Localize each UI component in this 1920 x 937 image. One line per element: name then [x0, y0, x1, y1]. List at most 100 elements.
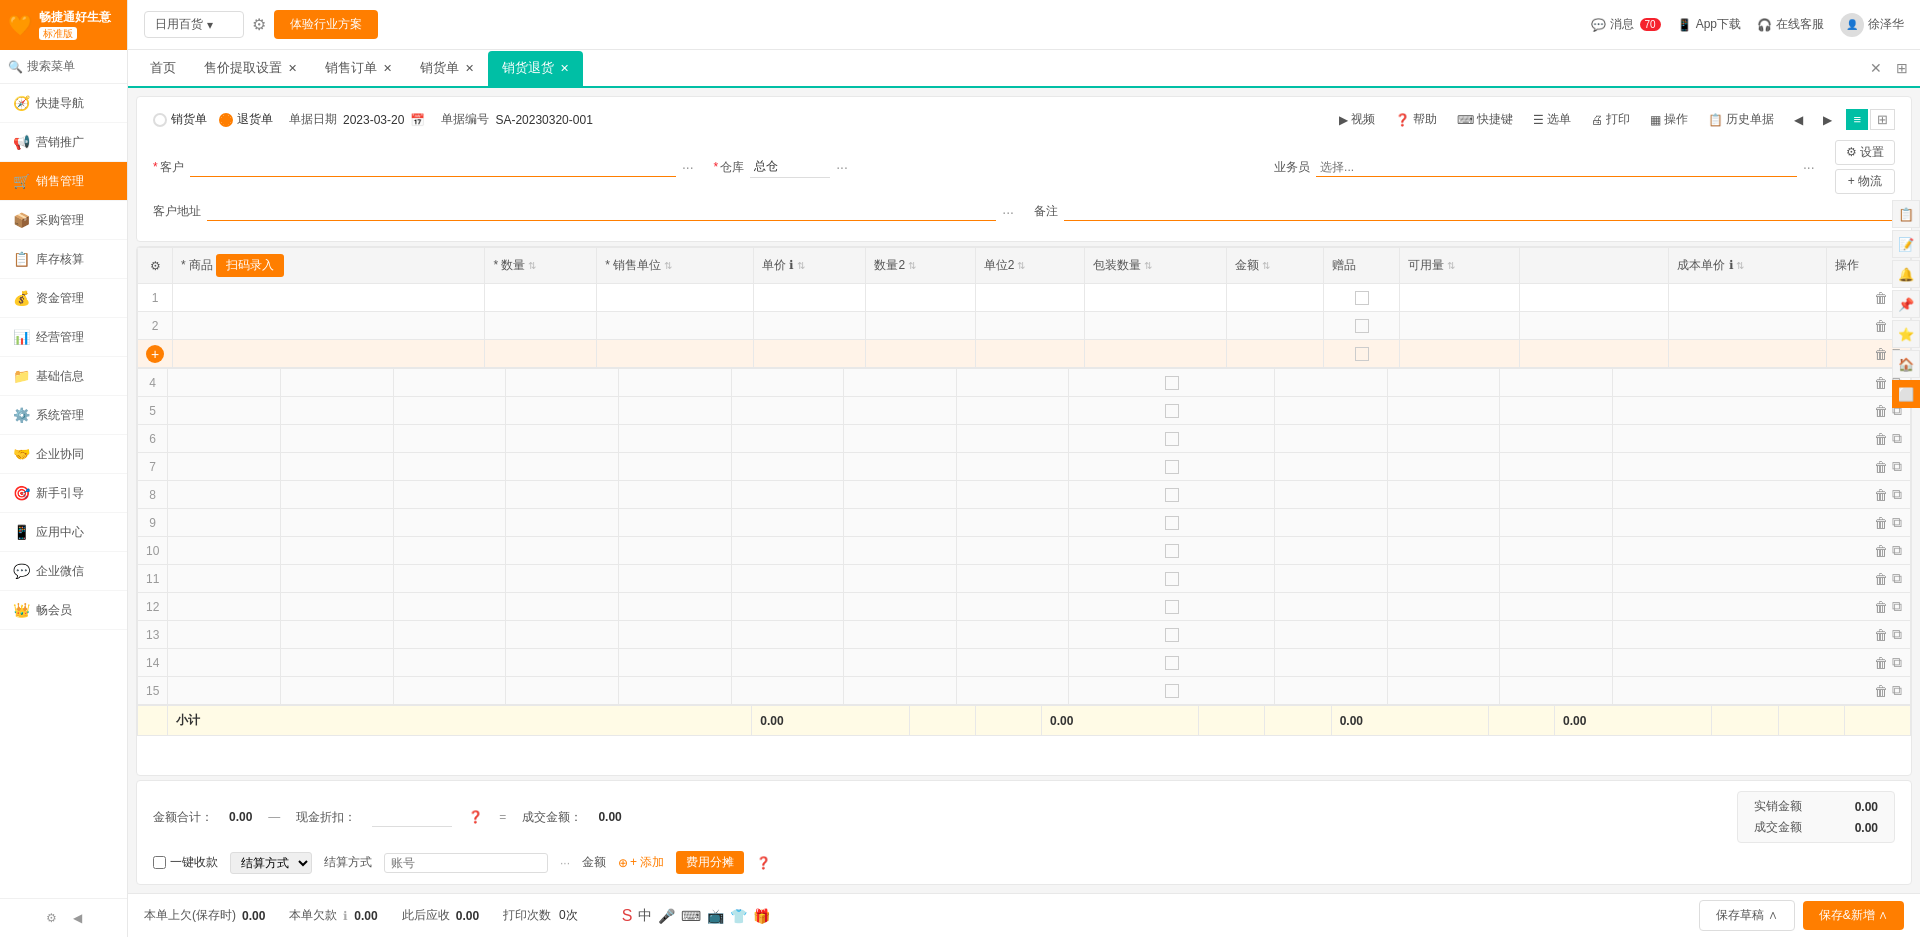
- available-cell[interactable]: [1274, 481, 1387, 509]
- product-cell[interactable]: [168, 677, 281, 705]
- right-side-btn-4[interactable]: 📌: [1892, 290, 1920, 318]
- qty-cell[interactable]: [281, 369, 394, 397]
- unit2-cell[interactable]: [731, 369, 844, 397]
- unit2-cell[interactable]: [975, 312, 1084, 340]
- delete-row-icon[interactable]: 🗑: [1874, 683, 1888, 699]
- available-cell[interactable]: [1400, 340, 1519, 368]
- product-cell[interactable]: [168, 621, 281, 649]
- sales-unit-cell[interactable]: [393, 677, 506, 705]
- amount-cell[interactable]: [956, 509, 1069, 537]
- cost-price-spacer[interactable]: [1387, 649, 1500, 677]
- notification-btn[interactable]: 💬 消息 70: [1591, 16, 1661, 33]
- qty2-cell[interactable]: [618, 509, 731, 537]
- amount-cell[interactable]: [1226, 312, 1323, 340]
- radio-sales-return[interactable]: 退货单: [219, 111, 273, 128]
- qty-cell[interactable]: [281, 593, 394, 621]
- gift-checkbox[interactable]: [1165, 404, 1179, 418]
- video-btn[interactable]: ▶ 视频: [1333, 109, 1381, 130]
- unit-price-cell[interactable]: [506, 369, 619, 397]
- right-side-btn-1[interactable]: 📋: [1892, 200, 1920, 228]
- tab-close-icon[interactable]: ✕: [383, 62, 392, 75]
- pack-qty-cell[interactable]: [844, 649, 957, 677]
- product-cell[interactable]: [168, 537, 281, 565]
- tab-home[interactable]: 首页: [136, 51, 190, 87]
- unit-price-cell[interactable]: [506, 481, 619, 509]
- sales-unit-cell[interactable]: [393, 537, 506, 565]
- operate-btn[interactable]: ▦ 操作: [1644, 109, 1694, 130]
- gift-cell[interactable]: [1323, 340, 1400, 368]
- select-order-btn[interactable]: ☰ 选单: [1527, 109, 1577, 130]
- pack-qty-cell[interactable]: [1085, 284, 1227, 312]
- unit-price-cell[interactable]: [506, 397, 619, 425]
- available-cell[interactable]: [1274, 649, 1387, 677]
- screen-icon[interactable]: 📺: [707, 908, 724, 924]
- copy-row-icon[interactable]: ⧉: [1892, 626, 1902, 643]
- cost-price-spacer[interactable]: [1387, 369, 1500, 397]
- product-cell[interactable]: [168, 649, 281, 677]
- logistics-btn[interactable]: + 物流: [1835, 169, 1895, 194]
- product-cell[interactable]: [168, 481, 281, 509]
- qty2-cell[interactable]: [618, 481, 731, 509]
- th-unit2[interactable]: 单位2: [975, 248, 1084, 284]
- qty-cell[interactable]: [281, 537, 394, 565]
- sidebar-item-wechat[interactable]: 💬 企业微信: [0, 552, 127, 591]
- available-cell[interactable]: [1274, 593, 1387, 621]
- delete-row-icon[interactable]: 🗑: [1874, 487, 1888, 503]
- account-dots[interactable]: ···: [560, 856, 570, 870]
- amount-cell[interactable]: [956, 537, 1069, 565]
- amount-cell[interactable]: [956, 565, 1069, 593]
- unit-price-cell[interactable]: [506, 537, 619, 565]
- app-download-btn[interactable]: 📱 App下载: [1677, 16, 1741, 33]
- sales-unit-cell[interactable]: [393, 453, 506, 481]
- remark-input[interactable]: [1064, 202, 1895, 221]
- sidebar-item-app-center[interactable]: 📱 应用中心: [0, 513, 127, 552]
- pack-qty-cell[interactable]: [844, 537, 957, 565]
- right-side-btn-3[interactable]: 🔔: [1892, 260, 1920, 288]
- delete-row-icon[interactable]: 🗑: [1874, 655, 1888, 671]
- gift-checkbox[interactable]: [1165, 684, 1179, 698]
- product-cell-active[interactable]: [173, 340, 485, 368]
- copy-row-icon[interactable]: ⧉: [1892, 486, 1902, 503]
- th-settings[interactable]: ⚙: [138, 248, 173, 284]
- sidebar-item-inventory[interactable]: 📋 库存核算: [0, 240, 127, 279]
- available-cell[interactable]: [1274, 453, 1387, 481]
- print-btn[interactable]: 🖨 打印: [1585, 109, 1636, 130]
- customer-input[interactable]: [190, 158, 676, 177]
- pack-qty-cell[interactable]: [844, 677, 957, 705]
- sales-unit-cell[interactable]: [393, 425, 506, 453]
- shirt-icon[interactable]: 👕: [730, 908, 747, 924]
- amount-cell[interactable]: [956, 481, 1069, 509]
- cost-price-cell[interactable]: [1500, 537, 1613, 565]
- qty-cell[interactable]: [281, 565, 394, 593]
- qty2-cell[interactable]: [618, 425, 731, 453]
- th-pack-qty[interactable]: 包装数量: [1085, 248, 1227, 284]
- pack-qty-cell[interactable]: [844, 369, 957, 397]
- copy-row-icon[interactable]: ⧉: [1892, 514, 1902, 531]
- unit2-cell[interactable]: [731, 537, 844, 565]
- add-payment-btn[interactable]: ⊕ + 添加: [618, 854, 664, 871]
- tab-close-icon[interactable]: ✕: [560, 62, 569, 75]
- qty-cell[interactable]: [485, 340, 597, 368]
- unit-price-cell[interactable]: [753, 312, 865, 340]
- settings-icon[interactable]: ⚙: [42, 907, 61, 929]
- copy-row-icon[interactable]: ⧉: [1892, 570, 1902, 587]
- calc-method-select[interactable]: 结算方式: [230, 852, 312, 874]
- amount-cell[interactable]: [956, 621, 1069, 649]
- gift-checkbox[interactable]: [1165, 376, 1179, 390]
- delete-row-icon[interactable]: 🗑: [1874, 403, 1888, 419]
- th-sales-unit[interactable]: * 销售单位: [597, 248, 754, 284]
- close-tab-btn[interactable]: ✕: [1866, 56, 1886, 80]
- gift-checkbox[interactable]: [1165, 488, 1179, 502]
- sales-unit-cell[interactable]: [393, 369, 506, 397]
- tab-sales-return[interactable]: 销货退货 ✕: [488, 51, 583, 87]
- tab-close-icon[interactable]: ✕: [465, 62, 474, 75]
- sales-unit-cell[interactable]: [597, 312, 754, 340]
- product-cell[interactable]: [168, 509, 281, 537]
- unit2-cell[interactable]: [975, 340, 1084, 368]
- sidebar-item-finance[interactable]: 💰 资金管理: [0, 279, 127, 318]
- pack-qty-cell[interactable]: [844, 593, 957, 621]
- gift-cell[interactable]: [1323, 312, 1400, 340]
- pack-qty-cell[interactable]: [844, 453, 957, 481]
- sidebar-item-quick-nav[interactable]: 🧭 快捷导航: [0, 84, 127, 123]
- pack-qty-cell[interactable]: [844, 621, 957, 649]
